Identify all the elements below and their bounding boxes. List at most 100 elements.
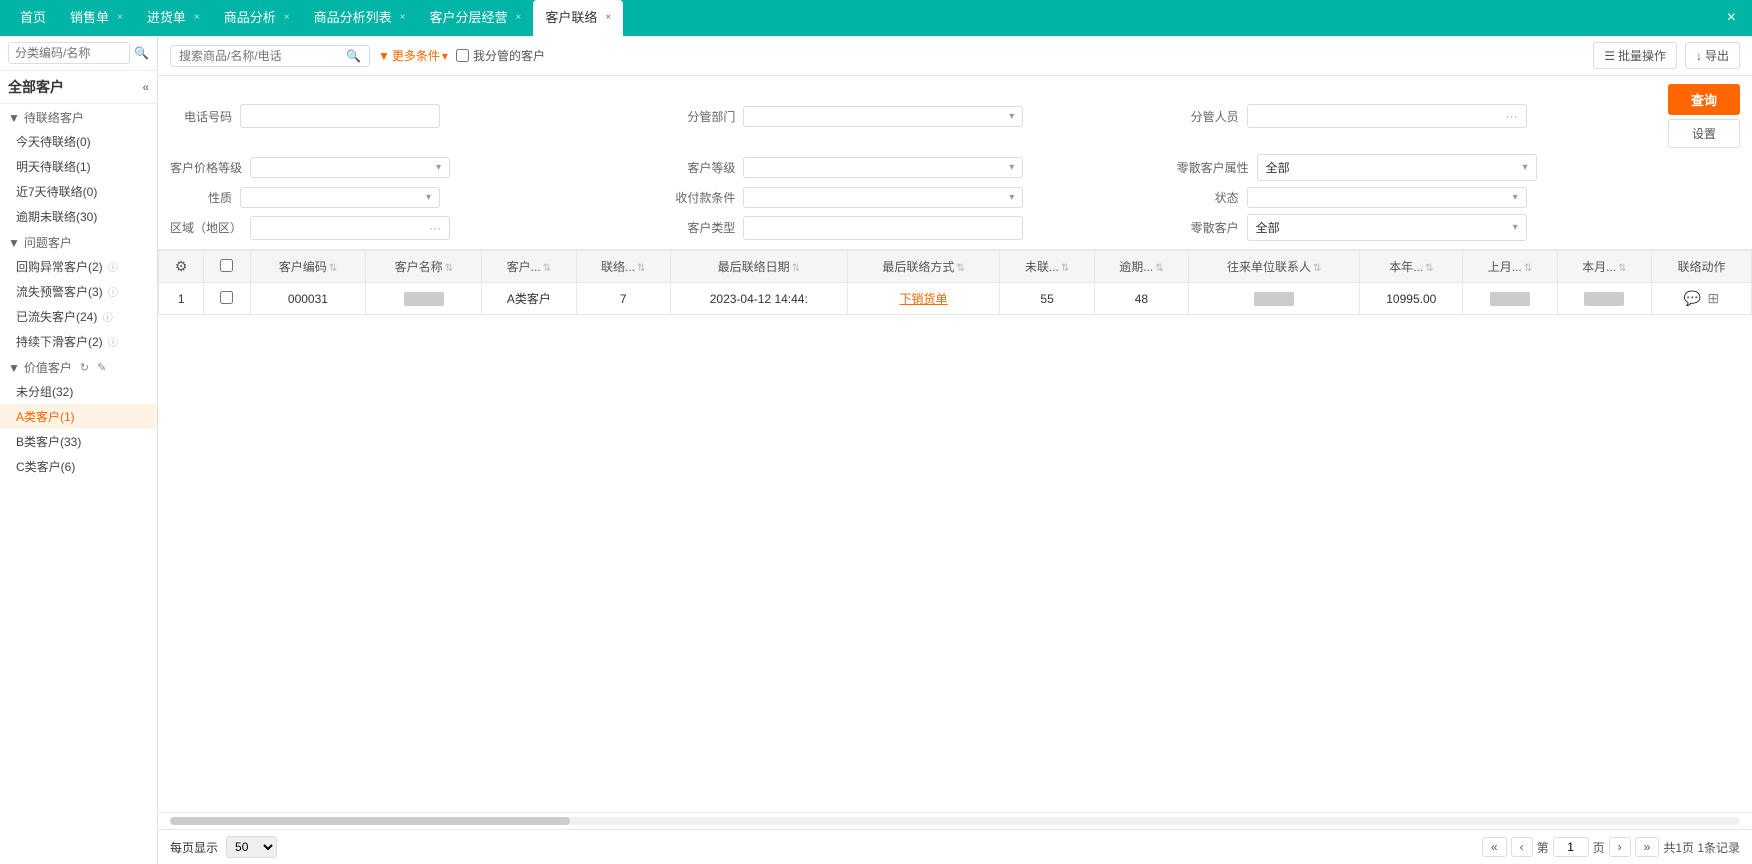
sidebar-all-customers[interactable]: 全部客户 « (0, 71, 157, 104)
col-customer-type[interactable]: 客户...⇅ (482, 251, 576, 283)
close-analysis-list-tab[interactable]: × (400, 0, 406, 36)
phone-label: 电话号码 (170, 108, 240, 125)
first-page-button[interactable]: « (1482, 837, 1507, 857)
sort-this-month: ⇅ (1618, 263, 1626, 274)
scrollbar-thumb[interactable] (170, 817, 570, 825)
column-settings-gear[interactable]: ⚙ (175, 258, 188, 275)
col-last-contact-date[interactable]: 最后联络日期⇅ (670, 251, 847, 283)
page-number-input[interactable] (1553, 837, 1589, 857)
last-page-button[interactable]: » (1635, 837, 1660, 857)
col-overdue[interactable]: 逾期...⇅ (1094, 251, 1188, 283)
mine-customers-checkbox[interactable] (456, 49, 469, 62)
sidebar-item-tomorrow-pending[interactable]: 明天待联络(1) (0, 154, 157, 179)
nav-tab-analysis-list[interactable]: 商品分析列表 × (302, 0, 418, 36)
category-search-icon[interactable]: 🔍 (134, 46, 149, 60)
retail-attr-select[interactable]: 全部 ▾ (1257, 154, 1537, 181)
search-icon[interactable]: 🔍 (346, 49, 361, 63)
sort-overdue: ⇅ (1155, 263, 1163, 274)
payment-select[interactable]: ▾ (743, 187, 1023, 208)
nav-tab-sales[interactable]: 销售单 × (58, 0, 135, 36)
sidebar-group-problem[interactable]: ▼ 问题客户 (0, 229, 157, 254)
nav-tab-customer-mgmt[interactable]: 客户分层经营 × (417, 0, 533, 36)
more-filters-btn[interactable]: ▼ 更多条件 ▾ (378, 47, 448, 64)
export-button[interactable]: ↓ 导出 (1685, 42, 1740, 69)
select-all-checkbox[interactable] (220, 259, 233, 272)
customer-level-select[interactable]: ▾ (743, 157, 1023, 178)
customer-type-input[interactable] (743, 216, 1023, 240)
row-overdue: 48 (1094, 283, 1188, 315)
manager-input[interactable]: ··· (1247, 104, 1527, 128)
sidebar-item-churned[interactable]: 已流失客户(24) ⓘ (0, 304, 157, 329)
sidebar-group-pending[interactable]: ▼ 待联络客户 (0, 104, 157, 129)
close-analysis-tab[interactable]: × (284, 0, 290, 36)
nav-tab-analysis[interactable]: 商品分析 × (212, 0, 302, 36)
sidebar-item-class-a[interactable]: A类客户(1) (0, 404, 157, 429)
category-search-input[interactable] (8, 42, 130, 64)
col-check[interactable] (204, 251, 250, 283)
nav-tab-purchase[interactable]: 进货单 × (135, 0, 212, 36)
contact-method-link[interactable]: 下销货单 (900, 292, 948, 306)
sidebar-item-overdue-contact[interactable]: 逾期未联络(30) (0, 204, 157, 229)
row-customer-type: A类客户 (482, 283, 576, 315)
sidebar-collapse-icon[interactable]: « (142, 80, 149, 94)
sidebar-item-churn-warning[interactable]: 流失预警客户(3) ⓘ (0, 279, 157, 304)
search-input[interactable] (179, 49, 346, 63)
sidebar-item-7day-pending[interactable]: 近7天待联络(0) (0, 179, 157, 204)
col-gear[interactable]: ⚙ (159, 251, 204, 283)
region-input[interactable]: ··· (250, 216, 450, 240)
col-this-year[interactable]: 本年...⇅ (1360, 251, 1463, 283)
col-this-month[interactable]: 本月...⇅ (1557, 251, 1651, 283)
grid-action-icon[interactable]: ⊞ (1707, 290, 1719, 307)
nav-tab-customer-contact[interactable]: 客户联络 × (533, 0, 623, 36)
prev-page-button[interactable]: ‹ (1511, 837, 1533, 857)
retail-customer-select[interactable]: 全部 ▾ (1247, 214, 1527, 241)
close-customer-contact-tab[interactable]: × (605, 0, 611, 36)
nature-arrow: ▾ (426, 192, 431, 203)
col-last-contact-method[interactable]: 最后联络方式⇅ (847, 251, 1000, 283)
chat-action-icon[interactable]: 💬 (1684, 290, 1701, 307)
value-refresh-icon[interactable]: ↻ (80, 361, 89, 374)
col-uncontacted[interactable]: 未联...⇅ (1000, 251, 1094, 283)
next-page-button[interactable]: › (1609, 837, 1631, 857)
query-button[interactable]: 查询 (1668, 84, 1740, 115)
sidebar-item-class-b[interactable]: B类客户(33) (0, 429, 157, 454)
sidebar-item-class-c[interactable]: C类客户(6) (0, 454, 157, 479)
total-records: 共1页 1条记录 (1663, 839, 1740, 856)
price-level-select[interactable]: ▾ (250, 157, 450, 178)
col-name[interactable]: 客户名称⇅ (366, 251, 482, 283)
filter-field-manager: 分管人员 ··· (1177, 104, 1660, 128)
batch-op-button[interactable]: ☰ 批量操作 (1593, 42, 1677, 69)
nav-home[interactable]: 首页 (8, 0, 58, 36)
status-select[interactable]: ▾ (1247, 187, 1527, 208)
phone-input[interactable] (240, 104, 440, 128)
sort-last-month: ⇅ (1524, 263, 1532, 274)
search-box[interactable]: 🔍 (170, 45, 370, 67)
close-customer-mgmt-tab[interactable]: × (515, 0, 521, 36)
advanced-filter: 电话号码 分管部门 ▾ 分管人员 ··· (158, 76, 1752, 250)
row-last-month (1463, 283, 1557, 315)
query-buttons: 查询 设置 (1660, 84, 1740, 148)
region-label: 区域（地区） (170, 219, 250, 236)
nature-select[interactable]: ▾ (240, 187, 440, 208)
row-checkbox[interactable] (220, 291, 233, 304)
settings-button[interactable]: 设置 (1668, 119, 1740, 148)
close-purchase-tab[interactable]: × (194, 0, 200, 36)
col-last-month[interactable]: 上月...⇅ (1463, 251, 1557, 283)
col-contact-count[interactable]: 联络...⇅ (576, 251, 670, 283)
sidebar-group-value[interactable]: ▼ 价值客户 ↻ ✎ (0, 354, 157, 379)
per-page-select[interactable]: 50 100 200 (226, 836, 277, 858)
sidebar-item-today-pending[interactable]: 今天待联络(0) (0, 129, 157, 154)
price-level-arrow: ▾ (436, 162, 441, 173)
sidebar-item-ungrouped[interactable]: 未分组(32) (0, 379, 157, 404)
row-checkbox-cell[interactable] (204, 283, 250, 315)
sidebar-item-declining[interactable]: 持续下滑客户(2) ⓘ (0, 329, 157, 354)
col-code[interactable]: 客户编码⇅ (250, 251, 366, 283)
mine-customers-label[interactable]: 我分管的客户 (456, 47, 545, 64)
dept-select[interactable]: ▾ (743, 106, 1023, 127)
close-sales-tab[interactable]: × (117, 0, 123, 36)
dept-arrow: ▾ (1009, 111, 1014, 122)
window-close-button[interactable]: × (1719, 9, 1744, 27)
col-contacts-person[interactable]: 往来单位联系人⇅ (1189, 251, 1360, 283)
value-edit-icon[interactable]: ✎ (97, 361, 106, 374)
sidebar-item-repurchase-anomaly[interactable]: 回购异常客户(2) ⓘ (0, 254, 157, 279)
